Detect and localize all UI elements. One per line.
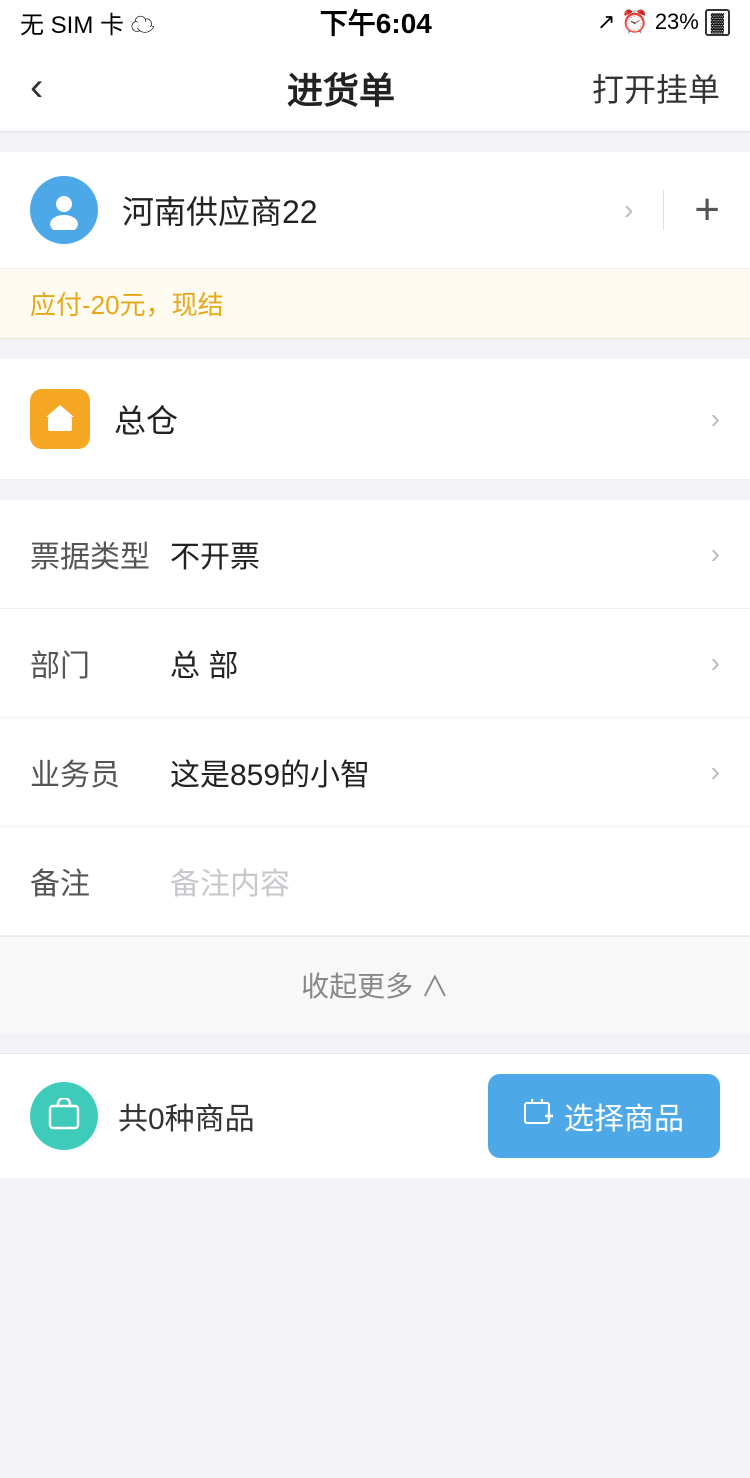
notice-banner: 应付-20元，现结 xyxy=(0,269,750,339)
select-product-icon xyxy=(524,1099,554,1134)
section-gap-2 xyxy=(0,339,750,359)
product-bar: 共0种商品 选择商品 xyxy=(0,1053,750,1178)
salesperson-chevron-icon: › xyxy=(711,756,720,788)
product-count: 共0种商品 xyxy=(118,1094,488,1138)
page-title: 进货单 xyxy=(287,62,395,114)
alarm-icon: ⏰ xyxy=(621,9,648,35)
remark-row[interactable]: 备注 备注内容 xyxy=(0,827,750,936)
select-product-button[interactable]: 选择商品 xyxy=(488,1074,720,1158)
add-supplier-button[interactable]: + xyxy=(694,185,720,235)
status-right: ↗ ⏰ 23% ▓ xyxy=(597,9,730,36)
status-left: 无 SIM 卡 ☁ xyxy=(20,5,155,40)
open-pending-button[interactable]: 打开挂单 xyxy=(592,65,720,111)
supplier-section: 河南供应商22 › + 应付-20元，现结 xyxy=(0,152,750,339)
department-row[interactable]: 部门 总 部 › xyxy=(0,609,750,718)
collapse-button[interactable]: 收起更多 ∧ xyxy=(0,936,750,1033)
background-fill xyxy=(0,1178,750,1478)
product-icon-wrap xyxy=(30,1082,98,1150)
department-label: 部门 xyxy=(30,641,170,685)
warehouse-icon xyxy=(30,389,90,449)
status-time: 下午6:04 xyxy=(320,2,432,42)
location-icon: ↗ xyxy=(597,9,615,35)
warehouse-row[interactable]: 总仓 › xyxy=(0,359,750,480)
salesperson-row[interactable]: 业务员 这是859的小智 › xyxy=(0,718,750,827)
section-gap-3 xyxy=(0,480,750,500)
warehouse-section: 总仓 › xyxy=(0,359,750,480)
invoice-type-value: 不开票 xyxy=(170,532,711,576)
form-section: 票据类型 不开票 › 部门 总 部 › 业务员 这是859的小智 › 备注 备注… xyxy=(0,500,750,1033)
collapse-label: 收起更多 ∧ xyxy=(301,965,449,1005)
remark-input[interactable]: 备注内容 xyxy=(170,859,720,903)
invoice-type-label: 票据类型 xyxy=(30,532,170,576)
status-bar: 无 SIM 卡 ☁ 下午6:04 ↗ ⏰ 23% ▓ xyxy=(0,0,750,44)
remark-label: 备注 xyxy=(30,859,170,903)
department-value: 总 部 xyxy=(170,641,711,685)
supplier-name: 河南供应商22 xyxy=(122,187,624,233)
supplier-row[interactable]: 河南供应商22 › + xyxy=(0,152,750,269)
salesperson-value: 这是859的小智 xyxy=(170,750,711,794)
salesperson-label: 业务员 xyxy=(30,750,170,794)
battery-label: 23% xyxy=(655,9,699,35)
supplier-avatar xyxy=(30,176,98,244)
supplier-divider xyxy=(663,190,664,230)
sim-label: 无 SIM 卡 ☁ xyxy=(20,5,155,40)
nav-bar: ‹ 进货单 打开挂单 xyxy=(0,44,750,132)
section-gap-1 xyxy=(0,132,750,152)
warehouse-chevron-icon: › xyxy=(711,403,720,435)
invoice-chevron-icon: › xyxy=(711,538,720,570)
warehouse-label: 总仓 xyxy=(114,396,711,442)
battery-icon: ▓ xyxy=(705,9,730,36)
invoice-type-row[interactable]: 票据类型 不开票 › xyxy=(0,500,750,609)
back-button[interactable]: ‹ xyxy=(30,65,90,110)
supplier-chevron-icon: › xyxy=(624,194,633,226)
select-product-label: 选择商品 xyxy=(564,1094,684,1138)
department-chevron-icon: › xyxy=(711,647,720,679)
